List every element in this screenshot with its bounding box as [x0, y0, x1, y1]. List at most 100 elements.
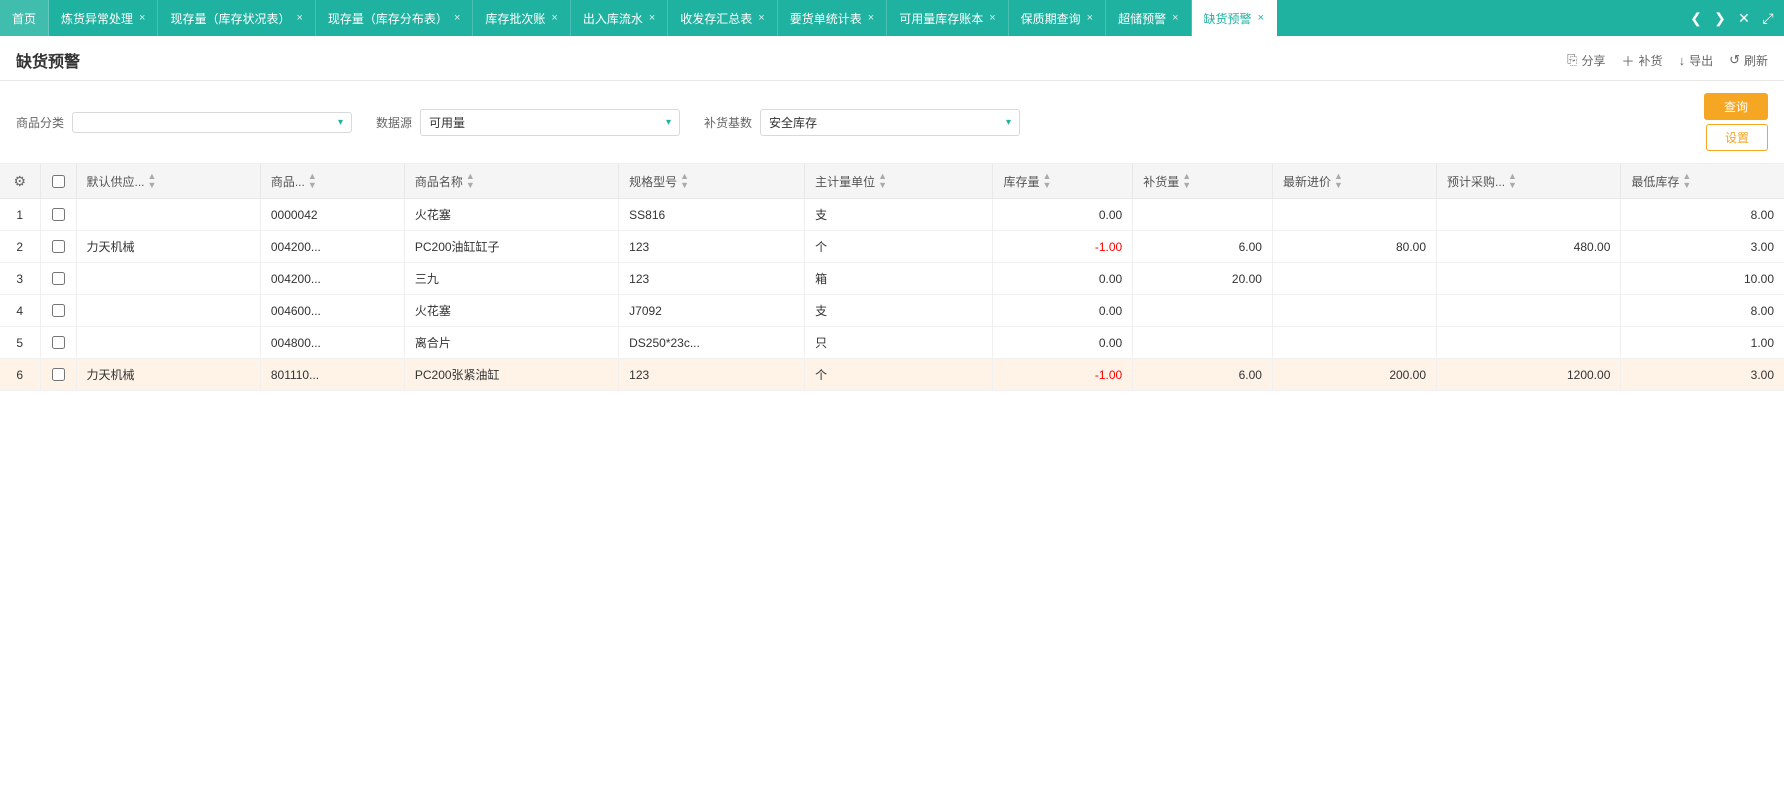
data-table: ⚙ 默认供应... ▲▼: [0, 164, 1784, 391]
tab-nav-close-window[interactable]: ✕: [1732, 6, 1756, 30]
cell-code-1: 0000042: [260, 199, 404, 231]
tab-close-available-ledger[interactable]: ×: [989, 12, 995, 24]
data-table-container: ⚙ 默认供应... ▲▼: [0, 164, 1784, 391]
column-header-stock[interactable]: 库存量 ▲▼: [993, 164, 1133, 199]
refresh-button[interactable]: ↺ 刷新: [1729, 52, 1768, 69]
column-header-product-name[interactable]: 商品名称 ▲▼: [404, 164, 618, 199]
tab-batch-account[interactable]: 库存批次账×: [473, 0, 570, 36]
replenish-icon: ＋: [1622, 51, 1635, 70]
cell-code-2: 004200...: [260, 231, 404, 263]
tab-close-order-stats[interactable]: ×: [868, 12, 874, 24]
share-button[interactable]: ⎘ 分享: [1567, 52, 1605, 69]
column-header-min-stock[interactable]: 最低库存 ▲▼: [1621, 164, 1784, 199]
cell-supplier-5: [76, 327, 260, 359]
column-header-product-code[interactable]: 商品... ▲▼: [260, 164, 404, 199]
cell-latest-price-2: 80.00: [1272, 231, 1436, 263]
tab-nav-next[interactable]: ❯: [1708, 6, 1732, 30]
row-checkbox-6[interactable]: [52, 368, 65, 381]
tab-inventory-dist[interactable]: 现存量（库存分布表） ×: [316, 0, 473, 36]
cell-checkbox-1: [40, 199, 76, 231]
cell-stock-4: 0.00: [993, 295, 1133, 327]
cell-name-2: PC200油缸缸子: [404, 231, 618, 263]
gear-icon: ⚙: [13, 173, 26, 189]
replenish-label: 补货: [1639, 52, 1663, 69]
cell-latest-price-1: [1272, 199, 1436, 231]
column-header-replenish-qty[interactable]: 补货量 ▲▼: [1133, 164, 1273, 199]
tab-close-batch-account[interactable]: ×: [551, 12, 557, 24]
category-select[interactable]: ▾: [72, 112, 352, 133]
cell-spec-6: 123: [619, 359, 805, 391]
export-button[interactable]: ↓ 导出: [1679, 52, 1714, 69]
table-row: 4 004600... 火花塞 J7092 支 0.00 8.00: [0, 295, 1784, 327]
replenish-button[interactable]: ＋ 补货: [1622, 51, 1663, 70]
sort-icon-stock: ▲▼: [1042, 172, 1051, 190]
tab-order-stats[interactable]: 要货单统计表 ×: [778, 0, 887, 36]
tab-close-inventory-status[interactable]: ×: [296, 12, 302, 24]
tab-receipt-summary[interactable]: 收发存汇总表×: [668, 0, 777, 36]
column-header-latest-price[interactable]: 最新进价 ▲▼: [1272, 164, 1436, 199]
cell-estimated-purchase-6: 1200.00: [1437, 359, 1621, 391]
tab-nav-fullscreen[interactable]: ⤢: [1756, 6, 1780, 30]
cell-min-stock-1: 8.00: [1621, 199, 1784, 231]
settings-button[interactable]: 设置: [1706, 124, 1768, 151]
tab-available-ledger[interactable]: 可用量库存账本 ×: [887, 0, 1008, 36]
cell-unit-1: 支: [805, 199, 993, 231]
row-checkbox-5[interactable]: [52, 336, 65, 349]
tab-overstock-warning[interactable]: 超储预警×: [1106, 0, 1191, 36]
tab-refine-exception[interactable]: 炼货异常处理×: [49, 0, 158, 36]
tab-close-inout-flow[interactable]: ×: [649, 12, 655, 24]
datasource-select[interactable]: 可用量 ▾: [420, 109, 680, 136]
row-checkbox-2[interactable]: [52, 240, 65, 253]
column-header-default-supplier[interactable]: 默认供应... ▲▼: [76, 164, 260, 199]
tab-label-order-stats: 要货单统计表: [790, 10, 862, 27]
cell-name-5: 离合片: [404, 327, 618, 359]
cell-latest-price-4: [1272, 295, 1436, 327]
tab-expiry-query[interactable]: 保质期查询×: [1009, 0, 1106, 36]
row-checkbox-1[interactable]: [52, 208, 65, 221]
cell-min-stock-4: 8.00: [1621, 295, 1784, 327]
tab-label-available-ledger: 可用量库存账本: [899, 10, 983, 27]
cell-name-3: 三九: [404, 263, 618, 295]
cell-stock-6: -1.00: [993, 359, 1133, 391]
main-content: 缺货预警 ⎘ 分享 ＋ 补货 ↓ 导出 ↺ 刷新 商品分类: [0, 36, 1784, 796]
datasource-filter-label: 数据源: [376, 114, 412, 131]
tab-inout-flow[interactable]: 出入库流水×: [571, 0, 668, 36]
tab-close-inventory-dist[interactable]: ×: [454, 12, 460, 24]
column-header-gear[interactable]: ⚙: [0, 164, 40, 199]
tab-nav-prev[interactable]: ❮: [1684, 6, 1708, 30]
tab-close-shortage-warning[interactable]: ×: [1258, 12, 1264, 24]
sort-icon-purchase: ▲▼: [1508, 172, 1517, 190]
cell-estimated-purchase-1: [1437, 199, 1621, 231]
cell-min-stock-3: 10.00: [1621, 263, 1784, 295]
cell-replenish-qty-3: 20.00: [1133, 263, 1273, 295]
cell-stock-1: 0.00: [993, 199, 1133, 231]
column-header-spec[interactable]: 规格型号 ▲▼: [619, 164, 805, 199]
tab-label-inventory-dist: 现存量（库存分布表）: [328, 10, 448, 27]
select-all-checkbox[interactable]: [52, 175, 65, 188]
cell-name-1: 火花塞: [404, 199, 618, 231]
replenish-base-select[interactable]: 安全库存 ▾: [760, 109, 1020, 136]
column-header-unit[interactable]: 主计量单位 ▲▼: [805, 164, 993, 199]
cell-supplier-2: 力天机械: [76, 231, 260, 263]
filter-actions: 查询 设置: [1704, 93, 1768, 151]
cell-stock-5: 0.00: [993, 327, 1133, 359]
row-checkbox-4[interactable]: [52, 304, 65, 317]
cell-row-num-1: 1: [0, 199, 40, 231]
sort-icon-code: ▲▼: [308, 172, 317, 190]
tab-label-home: 首页: [12, 10, 36, 27]
header-actions: ⎘ 分享 ＋ 补货 ↓ 导出 ↺ 刷新: [1567, 51, 1768, 70]
export-icon: ↓: [1679, 53, 1686, 68]
cell-row-num-6: 6: [0, 359, 40, 391]
query-button[interactable]: 查询: [1704, 93, 1768, 120]
tab-shortage-warning[interactable]: 缺货预警×: [1192, 0, 1277, 36]
table-header-row: ⚙ 默认供应... ▲▼: [0, 164, 1784, 199]
cell-estimated-purchase-2: 480.00: [1437, 231, 1621, 263]
tab-close-expiry-query[interactable]: ×: [1087, 12, 1093, 24]
tab-close-refine-exception[interactable]: ×: [139, 12, 145, 24]
row-checkbox-3[interactable]: [52, 272, 65, 285]
column-header-estimated-purchase[interactable]: 预计采购... ▲▼: [1437, 164, 1621, 199]
tab-inventory-status[interactable]: 现存量（库存状况表）×: [158, 0, 315, 36]
tab-close-receipt-summary[interactable]: ×: [758, 12, 764, 24]
tab-close-overstock-warning[interactable]: ×: [1172, 12, 1178, 24]
tab-home[interactable]: 首页: [0, 0, 49, 36]
